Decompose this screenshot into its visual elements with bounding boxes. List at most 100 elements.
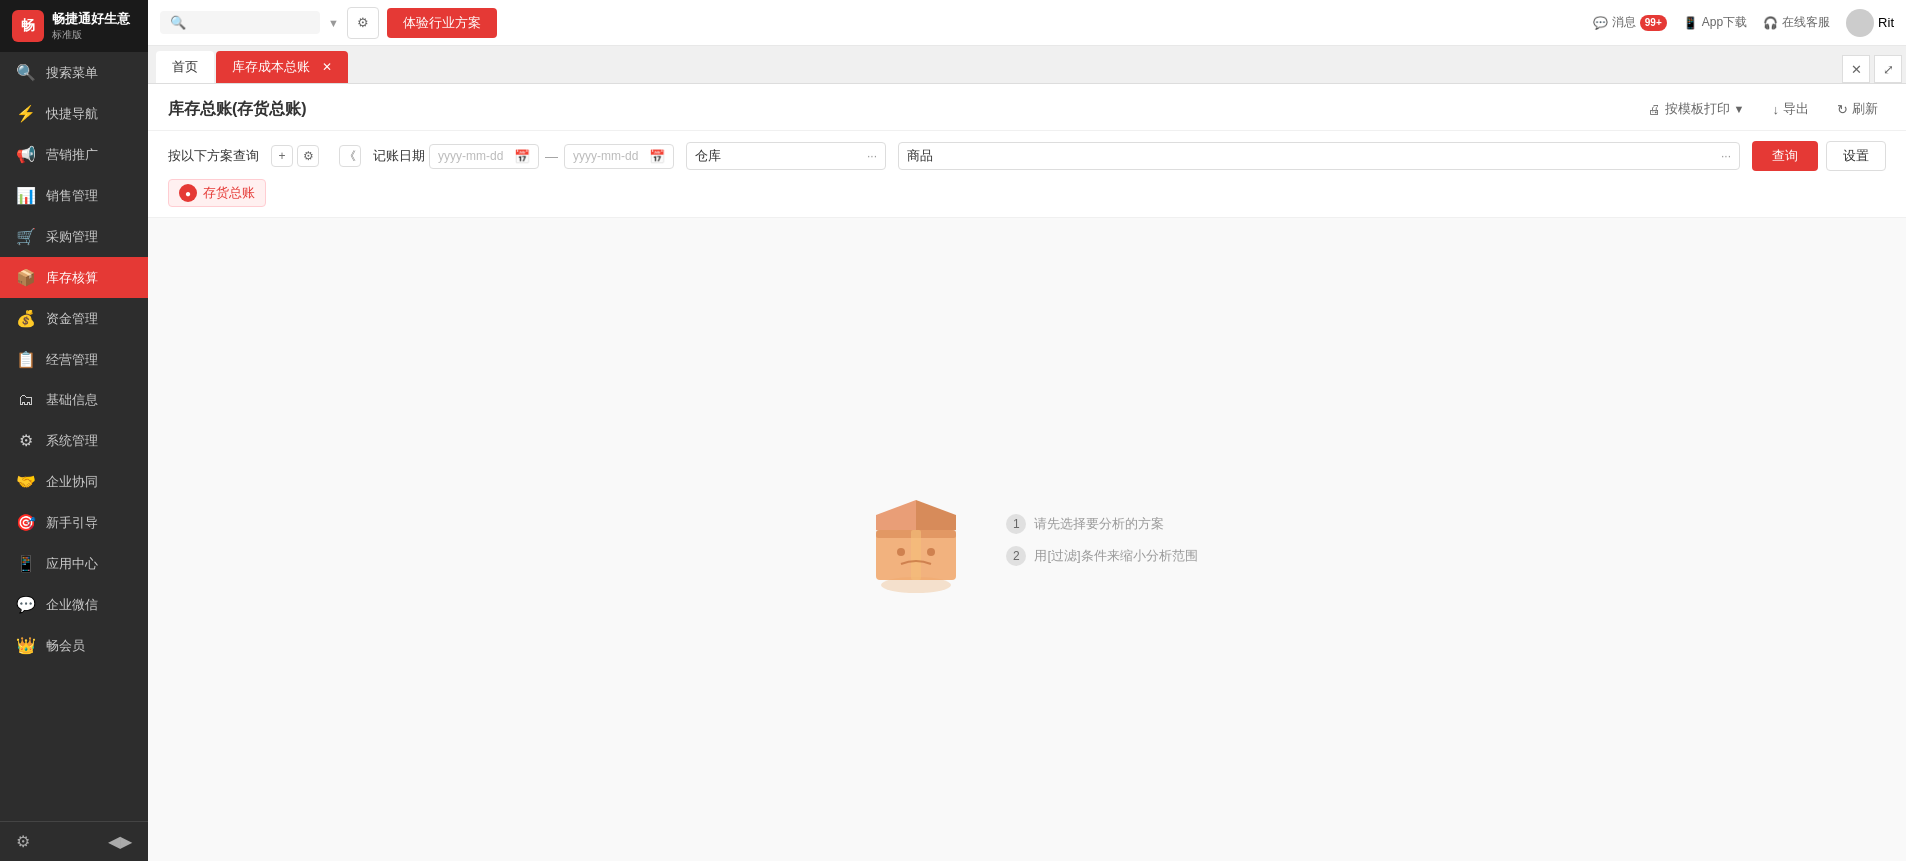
refresh-btn[interactable]: ↻ 刷新	[1829, 96, 1886, 122]
refresh-label: 刷新	[1852, 100, 1878, 118]
sidebar-item-marketing[interactable]: 📢 营销推广	[0, 134, 148, 175]
sidebar-item-label: 畅会员	[46, 637, 85, 655]
tab-home[interactable]: 首页	[156, 51, 214, 83]
goods-select[interactable]: 商品 ···	[898, 142, 1740, 170]
tab-close-icon[interactable]: ✕	[322, 60, 332, 74]
svg-marker-2	[876, 500, 916, 530]
page-header: 库存总账(存货总账) 🖨 按模板打印 ▼ ↓ 导出 ↻ 刷新	[148, 84, 1906, 131]
sidebar-item-search[interactable]: 🔍 搜索菜单	[0, 52, 148, 93]
search-icon: 🔍	[170, 15, 186, 30]
cart-icon: 🛒	[16, 227, 36, 246]
chart-icon: 📊	[16, 186, 36, 205]
close-panel-btn[interactable]: ✕	[1842, 55, 1870, 83]
topbar-search[interactable]: 🔍	[160, 11, 320, 34]
filter-collapse-btn[interactable]: 《	[339, 145, 361, 167]
expand-panel-btn[interactable]: ⤢	[1874, 55, 1902, 83]
page-actions: 🖨 按模板打印 ▼ ↓ 导出 ↻ 刷新	[1640, 96, 1886, 122]
target-icon: 🎯	[16, 513, 36, 532]
sidebar: 畅 畅捷通好生意 标准版 🔍 搜索菜单 ⚡ 快捷导航 📢 营销推广 📊 销售管理…	[0, 0, 148, 861]
dropdown-icon[interactable]: ▼	[328, 17, 339, 29]
sidebar-item-newbie[interactable]: 🎯 新手引导	[0, 502, 148, 543]
query-btn[interactable]: 查询	[1752, 141, 1818, 171]
tab-home-label: 首页	[172, 58, 198, 76]
print-template-btn[interactable]: 🖨 按模板打印 ▼	[1640, 96, 1753, 122]
megaphone-icon: 📢	[16, 145, 36, 164]
export-icon: ↓	[1773, 102, 1780, 117]
user-info[interactable]: Rit	[1846, 9, 1894, 37]
sidebar-item-label: 资金管理	[46, 310, 98, 328]
tab-inventory-ledger[interactable]: 库存成本总账 ✕	[216, 51, 348, 83]
sidebar-item-member[interactable]: 👑 畅会员	[0, 625, 148, 666]
print-icon: 🖨	[1648, 102, 1661, 117]
sidebar-item-apps[interactable]: 📱 应用中心	[0, 543, 148, 584]
box-icon: 📦	[16, 268, 36, 287]
calendar-icon: 📅	[514, 149, 530, 164]
trial-btn[interactable]: 体验行业方案	[387, 8, 497, 38]
main-area: 🔍 ▼ ⚙ 体验行业方案 💬 消息 99+ 📱 App下载 🎧 在线客服 Rit	[148, 0, 1906, 861]
sidebar-item-wechat[interactable]: 💬 企业微信	[0, 584, 148, 625]
empty-state: 1 请先选择要分析的方案 2 用[过滤]条件来缩小分析范围	[856, 480, 1197, 600]
tip-num-1: 1	[1006, 514, 1026, 534]
scheme-item-inventory-ledger[interactable]: ● 存货总账	[168, 179, 266, 207]
sidebar-item-sales[interactable]: 📊 销售管理	[0, 175, 148, 216]
sidebar-item-label: 应用中心	[46, 555, 98, 573]
sidebar-item-finance[interactable]: 💰 资金管理	[0, 298, 148, 339]
svg-rect-5	[911, 530, 921, 580]
phone-icon: 📱	[1683, 16, 1698, 30]
filter-label: 按以下方案查询	[168, 147, 259, 165]
box-svg	[856, 480, 976, 600]
app-download-btn[interactable]: 📱 App下载	[1683, 14, 1747, 31]
message-label: 消息	[1612, 14, 1636, 31]
refresh-icon: ↻	[1837, 102, 1848, 117]
date-start-input[interactable]: yyyy-mm-dd 📅	[429, 144, 539, 169]
date-range-group: 记账日期 yyyy-mm-dd 📅 — yyyy-mm-dd 📅	[373, 144, 674, 169]
sidebar-footer: ⚙ ◀▶	[0, 821, 148, 861]
app-logo: 畅 畅捷通好生意 标准版	[0, 0, 148, 52]
sidebar-item-purchase[interactable]: 🛒 采购管理	[0, 216, 148, 257]
settings-footer-icon[interactable]: ⚙	[16, 832, 30, 851]
date-label: 记账日期	[373, 147, 425, 165]
empty-illustration	[856, 480, 976, 600]
message-btn[interactable]: 💬 消息 99+	[1593, 14, 1667, 31]
sidebar-item-operations[interactable]: 📋 经营管理	[0, 339, 148, 380]
message-badge: 99+	[1640, 15, 1667, 31]
page-content: 库存总账(存货总账) 🖨 按模板打印 ▼ ↓ 导出 ↻ 刷新	[148, 84, 1906, 861]
sidebar-item-label: 销售管理	[46, 187, 98, 205]
online-service-btn[interactable]: 🎧 在线客服	[1763, 14, 1830, 31]
avatar	[1846, 9, 1874, 37]
collapse-icon[interactable]: ◀▶	[108, 832, 132, 851]
topbar: 🔍 ▼ ⚙ 体验行业方案 💬 消息 99+ 📱 App下载 🎧 在线客服 Rit	[148, 0, 1906, 46]
calendar-icon-end: 📅	[649, 149, 665, 164]
search-icon: 🔍	[16, 63, 36, 82]
scheme-icon: ●	[179, 184, 197, 202]
filter-row: 按以下方案查询 + ⚙ 《 记账日期 yyyy-mm-dd 📅 — yyyy-m…	[168, 141, 1886, 171]
print-dropdown-icon: ▼	[1734, 103, 1745, 115]
filter-settings-btn[interactable]: ⚙	[297, 145, 319, 167]
clipboard-icon: 📋	[16, 350, 36, 369]
sidebar-item-label: 快捷导航	[46, 105, 98, 123]
folder-icon: 🗂	[16, 391, 36, 409]
page-settings-btn[interactable]: 设置	[1826, 141, 1886, 171]
svg-point-6	[897, 548, 905, 556]
sidebar-item-system[interactable]: ⚙ 系统管理	[0, 420, 148, 461]
sidebar-item-label: 企业微信	[46, 596, 98, 614]
sidebar-item-label: 营销推广	[46, 146, 98, 164]
sidebar-item-inventory[interactable]: 📦 库存核算	[0, 257, 148, 298]
svg-marker-3	[916, 500, 956, 530]
sidebar-item-label: 库存核算	[46, 269, 98, 287]
warehouse-select[interactable]: 仓库 ···	[686, 142, 886, 170]
more-icon-goods: ···	[1721, 149, 1731, 163]
sidebar-item-basic[interactable]: 🗂 基础信息	[0, 380, 148, 420]
goods-label: 商品	[907, 147, 933, 165]
export-btn[interactable]: ↓ 导出	[1765, 96, 1818, 122]
add-filter-btn[interactable]: +	[271, 145, 293, 167]
date-end-input[interactable]: yyyy-mm-dd 📅	[564, 144, 674, 169]
export-label: 导出	[1783, 100, 1809, 118]
username: Rit	[1878, 15, 1894, 30]
sidebar-item-label: 搜索菜单	[46, 64, 98, 82]
sidebar-item-enterprise[interactable]: 🤝 企业协同	[0, 461, 148, 502]
chat-icon: 💬	[16, 595, 36, 614]
topbar-right: 💬 消息 99+ 📱 App下载 🎧 在线客服 Rit	[1593, 9, 1894, 37]
settings-icon-btn[interactable]: ⚙	[347, 7, 379, 39]
sidebar-item-shortcut[interactable]: ⚡ 快捷导航	[0, 93, 148, 134]
